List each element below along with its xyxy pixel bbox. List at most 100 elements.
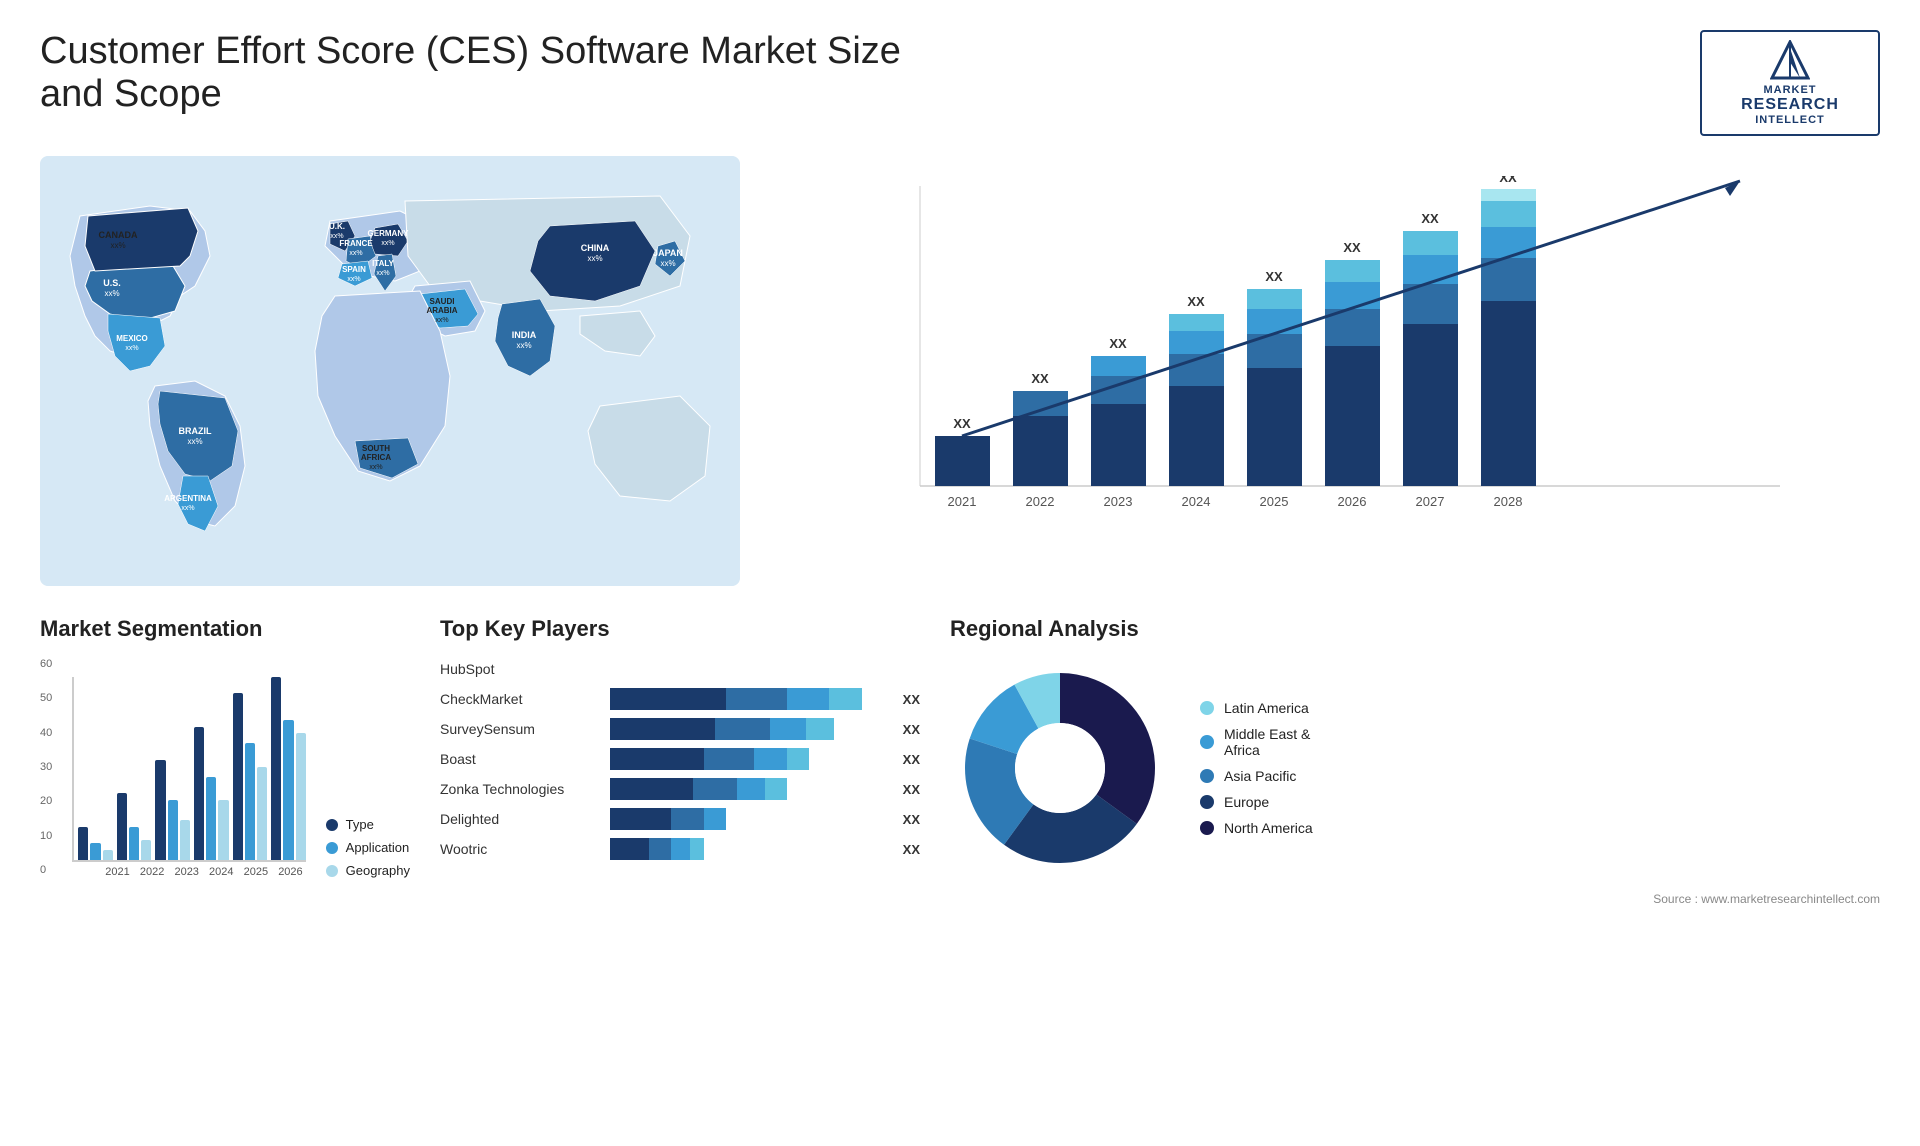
svg-text:2025: 2025	[1260, 494, 1289, 509]
svg-text:xx%: xx%	[187, 437, 202, 446]
svg-text:AFRICA: AFRICA	[361, 453, 391, 462]
svg-text:xx%: xx%	[516, 341, 531, 350]
bar-seg-2	[649, 838, 671, 860]
svg-text:2023: 2023	[1104, 494, 1133, 509]
bar-2021-seg1	[935, 436, 990, 486]
reg-label-north-america: North America	[1224, 820, 1313, 836]
svg-text:FRANCE: FRANCE	[339, 239, 373, 248]
player-bar-boast	[610, 748, 887, 770]
player-bar-inner-checkmarket	[610, 688, 887, 710]
seg-group-2025	[233, 693, 268, 860]
player-bar-hubspot	[610, 658, 920, 680]
svg-text:CANADA: CANADA	[99, 230, 138, 240]
bar-seg-2	[726, 688, 787, 710]
source-text: Source : www.marketresearchintellect.com	[1653, 892, 1880, 906]
seg-bar-app-2024	[206, 777, 216, 860]
bar-seg-1	[610, 718, 715, 740]
seg-group-2021	[78, 827, 113, 860]
svg-text:XX: XX	[1265, 269, 1283, 284]
seg-bar-app-2026	[283, 720, 293, 860]
donut-wrapper: Latin America Middle East &Africa Asia P…	[950, 658, 1880, 878]
seg-bar-type-2026	[271, 677, 281, 860]
svg-text:2026: 2026	[1338, 494, 1367, 509]
player-bar-checkmarket	[610, 688, 887, 710]
seg-group-2026	[271, 677, 306, 860]
bottom-section: Market Segmentation 60 50 40 30 20 10 0	[40, 616, 1880, 906]
svg-text:MEXICO: MEXICO	[116, 334, 148, 343]
bar-seg-2	[671, 808, 704, 830]
player-xx-zonka: XX	[903, 782, 920, 797]
top-section: CANADA xx% U.S. xx% MEXICO xx% BRAZIL xx…	[40, 156, 1880, 586]
player-name-checkmarket: CheckMarket	[440, 691, 600, 707]
bar-seg-1	[610, 778, 693, 800]
svg-text:SOUTH: SOUTH	[362, 444, 390, 453]
bar-seg-3	[754, 748, 787, 770]
logo-text-market: MARKET	[1763, 84, 1816, 96]
bar-2025-seg1	[1247, 368, 1302, 486]
svg-text:CHINA: CHINA	[581, 243, 610, 253]
seg-bar-geo-2022	[141, 840, 151, 860]
page-header: Customer Effort Score (CES) Software Mar…	[40, 30, 1880, 136]
logo-text-intellect: INTELLECT	[1755, 114, 1825, 126]
bar-seg-4	[765, 778, 787, 800]
bar-seg-1	[610, 688, 726, 710]
source-line: Source : www.marketresearchintellect.com	[950, 892, 1880, 906]
legend-label-type: Type	[346, 817, 374, 832]
svg-text:2027: 2027	[1416, 494, 1445, 509]
reg-dot-europe	[1200, 795, 1214, 809]
regional-section: Regional Analysis	[950, 616, 1880, 906]
bar-2022-seg1	[1013, 416, 1068, 486]
player-row-surveysensum: SurveySensum XX	[440, 718, 920, 740]
bar-2024-seg4	[1169, 314, 1224, 331]
legend-dot-geography	[326, 865, 338, 877]
legend-geography: Geography	[326, 863, 410, 878]
seg-y-axis: 60 50 40 30 20 10 0	[40, 658, 52, 878]
player-bar-inner-zonka	[610, 778, 887, 800]
reg-dot-latin-america	[1200, 701, 1214, 715]
bar-seg-3	[737, 778, 765, 800]
svg-text:xx%: xx%	[125, 345, 138, 352]
bar-2028-seg3	[1481, 227, 1536, 258]
key-players-section: Top Key Players HubSpot CheckMarket	[440, 616, 920, 906]
seg-bar-geo-2026	[296, 733, 306, 860]
player-name-zonka: Zonka Technologies	[440, 781, 600, 797]
svg-text:xx%: xx%	[181, 505, 194, 512]
svg-text:XX: XX	[1031, 371, 1049, 386]
svg-text:2028: 2028	[1494, 494, 1523, 509]
bar-2028-seg5	[1481, 189, 1536, 201]
seg-bar-app-2023	[168, 800, 178, 860]
bar-2028-seg1	[1481, 301, 1536, 486]
player-xx-surveysensum: XX	[903, 722, 920, 737]
player-name-wootric: Wootric	[440, 841, 600, 857]
svg-text:xx%: xx%	[110, 241, 125, 250]
legend-type: Type	[326, 817, 410, 832]
bar-2025-seg4	[1247, 289, 1302, 309]
svg-text:ARABIA: ARABIA	[426, 306, 457, 315]
seg-bar-type-2023	[155, 760, 165, 860]
key-players-title: Top Key Players	[440, 616, 920, 642]
svg-text:xx%: xx%	[376, 270, 389, 277]
svg-text:GERMANY: GERMANY	[368, 229, 410, 238]
player-bar-zonka	[610, 778, 887, 800]
logo-text-research: RESEARCH	[1741, 96, 1839, 114]
bar-2023-seg3	[1091, 356, 1146, 376]
legend-latin-america: Latin America	[1200, 700, 1313, 716]
seg-bar-geo-2025	[257, 767, 267, 860]
reg-dot-mea	[1200, 735, 1214, 749]
seg-bar-app-2025	[245, 743, 255, 860]
svg-text:xx%: xx%	[369, 464, 382, 471]
legend-application: Application	[326, 840, 410, 855]
donut-chart	[950, 658, 1170, 878]
segmentation-title: Market Segmentation	[40, 616, 410, 642]
bar-seg-2	[693, 778, 737, 800]
bar-seg-4	[690, 838, 704, 860]
svg-text:ITALY: ITALY	[372, 259, 394, 268]
reg-dot-asia-pacific	[1200, 769, 1214, 783]
bar-seg-4	[806, 718, 834, 740]
bar-seg-3	[787, 688, 828, 710]
svg-text:xx%: xx%	[381, 240, 394, 247]
bar-seg-1	[610, 838, 649, 860]
seg-group-2022	[117, 793, 152, 860]
legend-label-geography: Geography	[346, 863, 410, 878]
player-name-hubspot: HubSpot	[440, 661, 600, 677]
